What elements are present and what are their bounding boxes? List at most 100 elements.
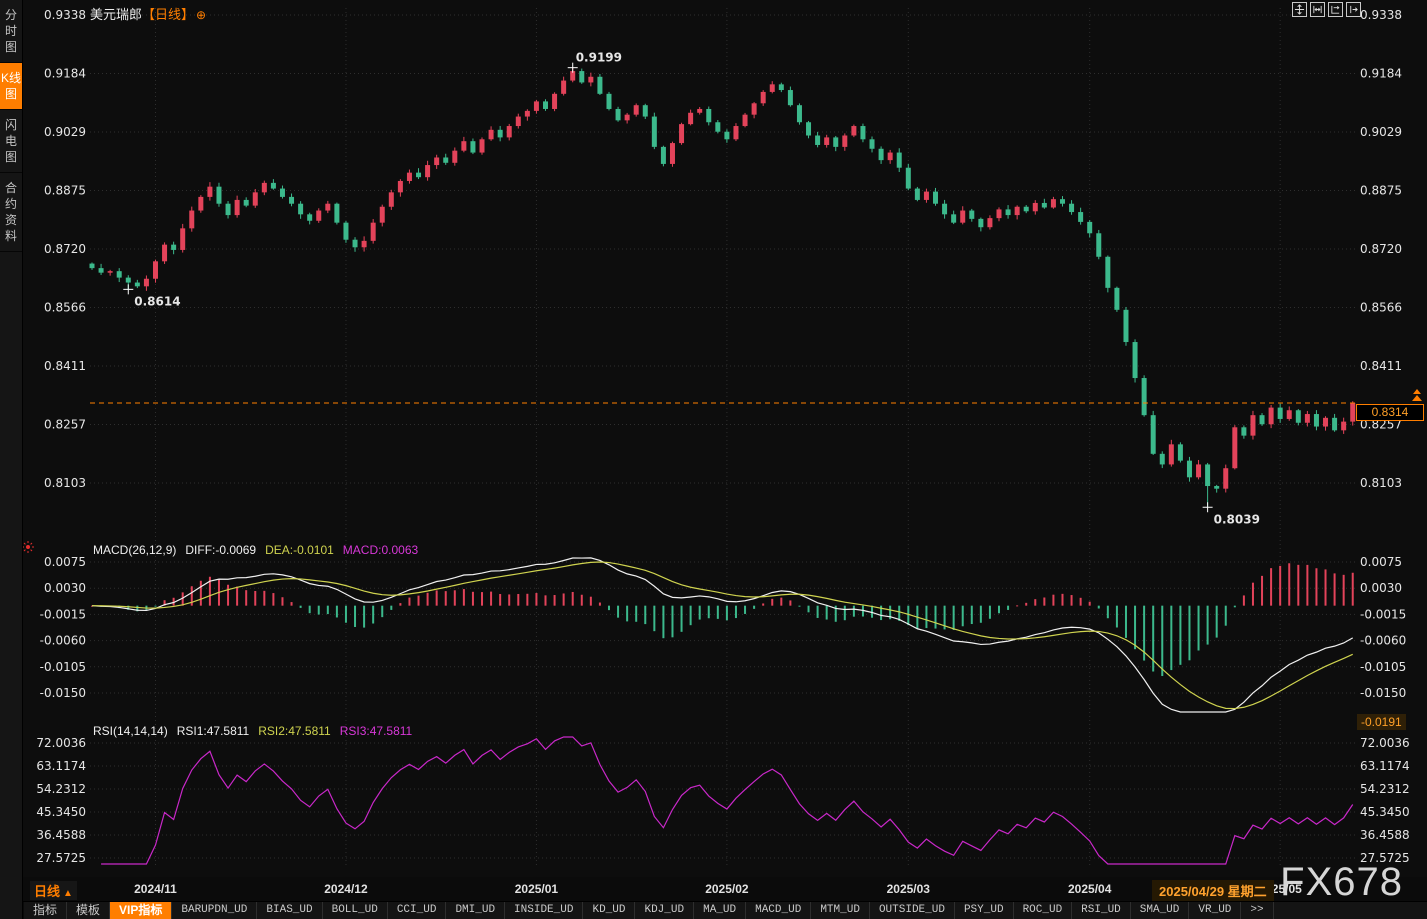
candle-body [108, 271, 113, 273]
macd-histogram-bar [662, 606, 664, 639]
macd-histogram-bar [490, 592, 492, 606]
toolbar-item-DMI_UD[interactable]: DMI_UD [446, 902, 505, 919]
macd-histogram-bar [808, 606, 810, 613]
candle-body [670, 143, 675, 164]
toolbar-item-MTM_UD[interactable]: MTM_UD [811, 902, 870, 919]
dropdown-up-icon: ▲ [63, 888, 73, 899]
toolbar-item->>[interactable]: >> [1241, 902, 1273, 919]
toolbar-item-KDJ_UD[interactable]: KDJ_UD [635, 902, 694, 919]
macd-histogram-bar [1188, 606, 1190, 661]
macd-histogram-bar [1207, 606, 1209, 645]
toolbar-item-BOLL_UD[interactable]: BOLL_UD [323, 902, 388, 919]
chart-tool-group [1292, 2, 1361, 17]
candle-body [788, 90, 793, 105]
macd-histogram-bar [699, 606, 701, 620]
toolbar-item-BIAS_UD[interactable]: BIAS_UD [257, 902, 322, 919]
compress-horizontal-icon[interactable] [1310, 2, 1325, 17]
candle-body [1278, 408, 1283, 419]
candle-body [1269, 408, 1274, 425]
current-price-tag: 0.8314 [1356, 404, 1424, 421]
y-axis-label: 0.8566 [1360, 301, 1402, 315]
toolbar-item-PSY_UD[interactable]: PSY_UD [955, 902, 1014, 919]
y-axis-label: 0.9029 [1360, 125, 1402, 139]
macd-histogram-bar [1270, 568, 1272, 606]
candle-body [307, 214, 312, 220]
macd-histogram-bar [798, 606, 800, 607]
crosshair-pan-icon[interactable] [1292, 2, 1307, 17]
toolbar-item-INSIDE_UD[interactable]: INSIDE_UD [505, 902, 583, 919]
indicator-marker-icon[interactable] [22, 540, 34, 558]
crosshair-icon[interactable]: ⊕ [196, 8, 206, 22]
toolbar-item-VIP指标[interactable]: VIP指标 [110, 902, 172, 919]
macd-histogram-bar [499, 594, 501, 606]
toolbar-item-ROC_UD[interactable]: ROC_UD [1014, 902, 1073, 919]
candle-body [679, 124, 684, 143]
toolbar-item-RSI_UD[interactable]: RSI_UD [1072, 902, 1131, 919]
candle-body [1042, 203, 1047, 208]
macd-histogram-bar [381, 606, 383, 617]
toolbar-item-KD_UD[interactable]: KD_UD [583, 902, 635, 919]
candle-body [806, 122, 811, 135]
chart-canvas[interactable]: 0.93380.93380.91840.91840.90290.90290.88… [0, 0, 1427, 877]
candle-body [579, 71, 584, 82]
candle-body [1241, 427, 1246, 435]
candle-body [978, 219, 983, 227]
candle-body [516, 117, 521, 126]
candle-body [289, 197, 294, 204]
sidebar: 分时图K线图闪电图合约资料 [0, 0, 23, 919]
macd-histogram-bar [590, 597, 592, 606]
candle-body [706, 109, 711, 122]
sidebar-tab-闪电图[interactable]: 闪电图 [0, 110, 22, 173]
toolbar-item-BARUPDN_UD[interactable]: BARUPDN_UD [172, 902, 257, 919]
candle-body [371, 223, 376, 241]
macd-histogram-bar [245, 590, 247, 606]
watermark: FX678 [1280, 860, 1403, 905]
toolbar-item-MACD_UD[interactable]: MACD_UD [746, 902, 811, 919]
toolbar-item-OUTSIDE_UD[interactable]: OUTSIDE_UD [870, 902, 955, 919]
candle-body [280, 189, 285, 197]
candle-body [1160, 454, 1165, 465]
candle-body [588, 77, 593, 83]
y-axis-label: -0.0060 [40, 634, 86, 648]
macd-histogram-bar [744, 606, 746, 614]
candle-body [870, 139, 875, 148]
macd-histogram-bar [545, 595, 547, 605]
candle-body [697, 109, 702, 113]
candle-body [1015, 207, 1020, 215]
candle-body [1006, 209, 1011, 215]
candle-body [770, 84, 775, 92]
candle-body [1114, 288, 1119, 310]
macd-histogram-bar [327, 606, 329, 614]
macd-histogram-bar [644, 606, 646, 624]
period-selector[interactable]: 日线▲ [30, 881, 77, 900]
macd-histogram-bar [254, 591, 256, 606]
toolbar-item-SMA_UD[interactable]: SMA_UD [1131, 902, 1190, 919]
toolbar-item-模板[interactable]: 模板 [67, 902, 110, 919]
toolbar-item-MA_UD[interactable]: MA_UD [694, 902, 746, 919]
shift-right-icon[interactable] [1346, 2, 1361, 17]
macd-title: MACD(26,12,9) [93, 543, 176, 557]
candle-body [1296, 410, 1301, 423]
macd-histogram-bar [1080, 598, 1082, 606]
sidebar-tab-合约资料[interactable]: 合约资料 [0, 173, 22, 252]
sidebar-tab-分时图[interactable]: 分时图 [0, 0, 22, 63]
sidebar-tab-K线图[interactable]: K线图 [0, 63, 22, 110]
toolbar-item-指标[interactable]: 指标 [24, 902, 67, 919]
macd-histogram-bar [708, 606, 710, 619]
y-axis-label: 0.8875 [44, 184, 86, 198]
compress-vertical-icon[interactable] [1328, 2, 1343, 17]
toolbar-item-VR_UD[interactable]: VR_UD [1189, 902, 1241, 919]
candle-body [171, 245, 176, 250]
macd-histogram-bar [436, 590, 438, 605]
candle-body [262, 183, 267, 192]
macd-histogram-bar [1043, 597, 1045, 605]
macd-histogram-bar [1134, 606, 1136, 650]
macd-histogram-bar [1161, 606, 1163, 676]
y-axis-label: 0.0030 [1360, 581, 1402, 595]
candle-body [1024, 207, 1029, 212]
candle-body [906, 168, 911, 189]
y-axis-label: -0.0060 [1360, 634, 1406, 648]
macd-label-row: MACD(26,12,9)DIFF:-0.0069DEA:-0.0101MACD… [93, 543, 427, 557]
macd-histogram-bar [1288, 563, 1290, 605]
toolbar-item-CCI_UD[interactable]: CCI_UD [388, 902, 447, 919]
